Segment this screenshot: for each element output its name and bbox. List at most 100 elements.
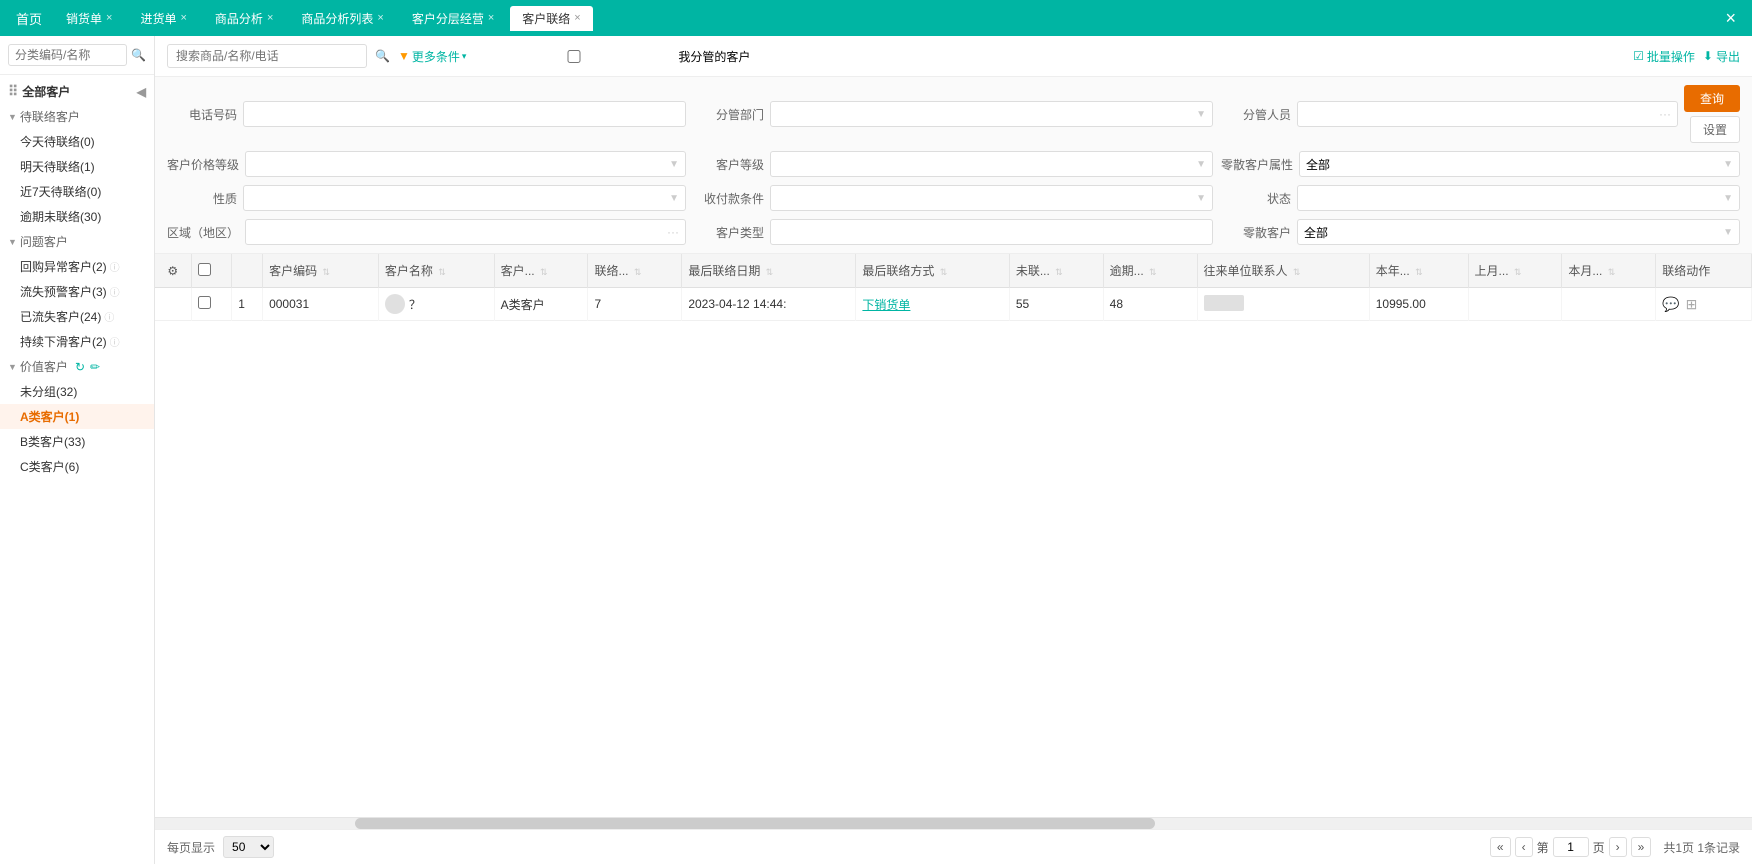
customers-table: ⚙ 客户编码 ⇅ 客户名称 ⇅ 客户... ⇅ 联络... ⇅ 最后联络日期 ⇅… [155, 254, 1752, 321]
sidebar-group-value[interactable]: ▼ 价值客户 ↻ ✏ [0, 354, 154, 379]
table-cell-last-date: 2023-04-12 14:44: [682, 288, 856, 321]
table-cell-last-method[interactable]: 下销货单 [856, 288, 1009, 321]
table-col-name[interactable]: 客户名称 ⇅ [378, 254, 494, 288]
filter-row-dept: 分管部门 ▼ [694, 101, 1213, 127]
row-checkbox[interactable] [198, 296, 211, 309]
table-col-this-year[interactable]: 本年... ⇅ [1369, 254, 1468, 288]
horizontal-scrollbar[interactable] [155, 817, 1752, 829]
next-page-button[interactable]: › [1609, 837, 1627, 857]
more-filters-button[interactable]: ▼ 更多条件 ▾ [398, 48, 466, 65]
filter-phone-label: 电话号码 [167, 106, 237, 123]
export-label: 导出 [1716, 48, 1740, 65]
batch-ops-button[interactable]: ☑ 批量操作 [1633, 48, 1695, 65]
sidebar-item-7days[interactable]: 近7天待联络(0) [0, 179, 154, 204]
nav-tab-customer-contact[interactable]: 客户联络 × [510, 6, 592, 31]
nav-tab-analysis-list-close[interactable]: × [377, 12, 383, 24]
nav-tab-purchase-close[interactable]: × [180, 12, 186, 24]
sidebar-item-class-a[interactable]: A类客户(1) [0, 404, 154, 429]
sidebar-item-overdue[interactable]: 逾期未联络(30) [0, 204, 154, 229]
sidebar-search-icon[interactable]: 🔍 [131, 48, 146, 62]
info-icon-abnormal[interactable]: ⓘ [110, 259, 120, 274]
select-all-checkbox[interactable] [198, 263, 211, 276]
filter-person-select[interactable]: ··· [1297, 101, 1678, 127]
filter-status-select[interactable]: ▼ [1297, 185, 1740, 211]
filter-price-level-select[interactable]: ▼ [245, 151, 686, 177]
filter-payment-select[interactable]: ▼ [770, 185, 1213, 211]
table-col-checkbox[interactable] [191, 254, 232, 288]
nav-tab-analysis-close[interactable]: × [267, 12, 273, 24]
filter-phone-input[interactable] [243, 101, 686, 127]
table-col-code[interactable]: 客户编码 ⇅ [263, 254, 379, 288]
table-col-no-contact[interactable]: 未联... ⇅ [1009, 254, 1103, 288]
my-customers-checkbox-label[interactable]: 我分管的客户 [474, 48, 750, 65]
grid-action-icon[interactable]: ⊞ [1686, 296, 1698, 313]
filter-sparse-attr-select[interactable]: 全部 ▼ [1299, 151, 1740, 177]
table-col-last-month[interactable]: 上月... ⇅ [1468, 254, 1562, 288]
sidebar-item-class-c[interactable]: C类客户(6) [0, 454, 154, 479]
nav-tab-purchase[interactable]: 进货单 × [128, 6, 198, 31]
info-icon-declining[interactable]: ⓘ [110, 334, 120, 349]
table-cell-checkbox[interactable] [191, 288, 232, 321]
table-col-category[interactable]: 客户... ⇅ [494, 254, 588, 288]
export-button[interactable]: ⬇ 导出 [1703, 48, 1740, 65]
filter-region-select[interactable]: ··· [245, 219, 686, 245]
nav-tab-customer-contact-close[interactable]: × [574, 12, 580, 24]
sidebar-item-today[interactable]: 今天待联络(0) [0, 129, 154, 154]
sidebar-item-tomorrow[interactable]: 明天待联络(1) [0, 154, 154, 179]
comment-action-icon[interactable]: 💬 [1662, 296, 1679, 313]
sidebar-item-declining[interactable]: 持续下滑客户(2) ⓘ [0, 329, 154, 354]
filter-customer-type-input[interactable] [770, 219, 1213, 245]
nav-tab-analysis-label: 商品分析 [215, 10, 263, 27]
table-col-this-month[interactable]: 本月... ⇅ [1562, 254, 1656, 288]
scrollbar-thumb[interactable] [355, 818, 1155, 829]
info-icon-churn-warning[interactable]: ⓘ [110, 284, 120, 299]
filter-sparse-customer-select[interactable]: 全部 ▼ [1297, 219, 1740, 245]
query-button[interactable]: 查询 [1684, 85, 1740, 112]
table-col-last-date[interactable]: 最后联络日期 ⇅ [682, 254, 856, 288]
edit-value-icon[interactable]: ✏ [90, 360, 100, 374]
table-col-contact[interactable]: 联络... ⇅ [588, 254, 682, 288]
nav-tab-analysis[interactable]: 商品分析 × [203, 6, 285, 31]
nav-tab-customer-mgmt-close[interactable]: × [488, 12, 494, 24]
table-col-overdue[interactable]: 逾期... ⇅ [1103, 254, 1197, 288]
sidebar-item-churned[interactable]: 已流失客户(24) ⓘ [0, 304, 154, 329]
export-icon: ⬇ [1703, 49, 1713, 63]
last-page-button[interactable]: » [1631, 837, 1652, 857]
table-cell-contact: 7 [588, 288, 682, 321]
info-icon-churned[interactable]: ⓘ [104, 309, 114, 324]
nav-tab-sales-close[interactable]: × [106, 12, 112, 24]
page-size-select[interactable]: 50 100 200 [223, 836, 274, 858]
my-customers-checkbox[interactable] [474, 50, 674, 63]
prev-page-button[interactable]: ‹ [1515, 837, 1533, 857]
nav-home[interactable]: 首页 [8, 5, 50, 32]
search-submit-icon[interactable]: 🔍 [375, 49, 390, 63]
table-col-settings[interactable]: ⚙ [155, 254, 191, 288]
sidebar-item-unclassified[interactable]: 未分组(32) [0, 379, 154, 404]
settings-button[interactable]: 设置 [1690, 116, 1740, 143]
sort-category-icon: ⇅ [540, 267, 548, 277]
last-method-link[interactable]: 下销货单 [862, 298, 910, 312]
table-col-last-method[interactable]: 最后联络方式 ⇅ [856, 254, 1009, 288]
page-number-input[interactable] [1553, 837, 1589, 857]
sidebar-item-churn-warning[interactable]: 流失预警客户(3) ⓘ [0, 279, 154, 304]
close-all-tabs-button[interactable]: × [1717, 8, 1744, 29]
sidebar-search-input[interactable] [8, 44, 127, 66]
expand-icon-problem: ▼ [8, 237, 17, 247]
filter-nature-select[interactable]: ▼ [243, 185, 686, 211]
sidebar-item-class-b[interactable]: B类客户(33) [0, 429, 154, 454]
table-cell-category: A类客户 [494, 288, 588, 321]
filter-customer-level-select[interactable]: ▼ [770, 151, 1213, 177]
sidebar-item-abnormal[interactable]: 回购异常客户(2) ⓘ [0, 254, 154, 279]
filter-dept-select[interactable]: ▼ [770, 101, 1213, 127]
sidebar-group-problem[interactable]: ▼ 问题客户 [0, 229, 154, 254]
nav-tab-customer-mgmt[interactable]: 客户分层经营 × [400, 6, 506, 31]
sidebar-all-customers[interactable]: ⠿ 全部客户 ◀ [0, 75, 154, 104]
refresh-value-icon[interactable]: ↻ [75, 360, 85, 374]
sidebar-group-pending[interactable]: ▼ 待联络客户 [0, 104, 154, 129]
sidebar-collapse-icon[interactable]: ◀ [137, 85, 146, 99]
table-col-unit-contact[interactable]: 往来单位联系人 ⇅ [1197, 254, 1369, 288]
first-page-button[interactable]: « [1490, 837, 1511, 857]
nav-tab-sales[interactable]: 销货单 × [54, 6, 124, 31]
search-input[interactable] [167, 44, 367, 68]
nav-tab-analysis-list[interactable]: 商品分析列表 × [289, 6, 395, 31]
